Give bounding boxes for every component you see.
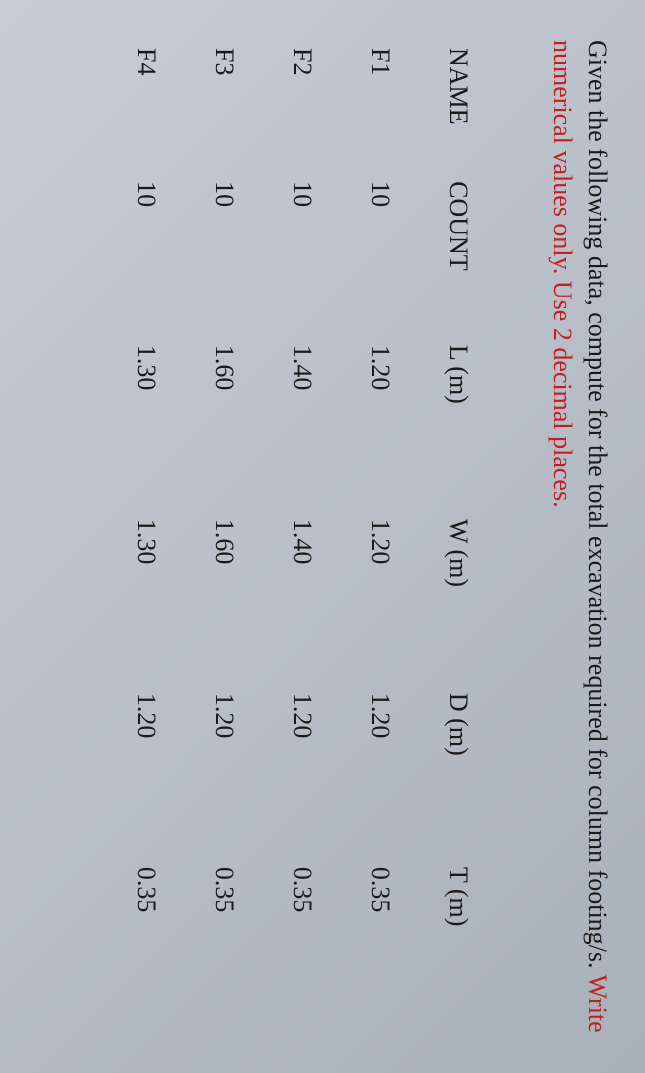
intro-text: Given the following data, compute for th… (583, 40, 612, 975)
cell-width: 1.30 (127, 511, 165, 685)
header-length: L (m) (439, 337, 477, 511)
table-row: F2 10 1.40 1.40 1.20 0.35 (283, 40, 321, 1033)
cell-width: 1.40 (283, 511, 321, 685)
cell-length: 1.30 (127, 337, 165, 511)
problem-statement: Given the following data, compute for th… (545, 40, 615, 1033)
cell-depth: 1.20 (127, 685, 165, 859)
cell-width: 1.60 (205, 511, 243, 685)
header-thickness: T (m) (439, 859, 477, 1033)
cell-depth: 1.20 (283, 685, 321, 859)
cell-name: F3 (205, 40, 243, 173)
table-header-row: NAME COUNT L (m) W (m) D (m) T (m) (439, 40, 477, 1033)
cell-count: 10 (283, 173, 321, 337)
cell-depth: 1.20 (361, 685, 399, 859)
cell-width: 1.20 (361, 511, 399, 685)
cell-thickness: 0.35 (283, 859, 321, 1033)
cell-count: 10 (205, 173, 243, 337)
cell-thickness: 0.35 (205, 859, 243, 1033)
table-row: F4 10 1.30 1.30 1.20 0.35 (127, 40, 165, 1033)
cell-length: 1.60 (205, 337, 243, 511)
cell-count: 10 (127, 173, 165, 337)
cell-name: F2 (283, 40, 321, 173)
cell-count: 10 (361, 173, 399, 337)
table-row: F1 10 1.20 1.20 1.20 0.35 (361, 40, 399, 1033)
footing-data-table: NAME COUNT L (m) W (m) D (m) T (m) F1 10… (87, 40, 517, 1033)
document-page: Given the following data, compute for th… (0, 0, 645, 1073)
header-depth: D (m) (439, 685, 477, 859)
cell-name: F4 (127, 40, 165, 173)
header-width: W (m) (439, 511, 477, 685)
cell-thickness: 0.35 (127, 859, 165, 1033)
cell-name: F1 (361, 40, 399, 173)
header-count: COUNT (439, 173, 477, 337)
cell-length: 1.40 (283, 337, 321, 511)
table-row: F3 10 1.60 1.60 1.20 0.35 (205, 40, 243, 1033)
cell-depth: 1.20 (205, 685, 243, 859)
header-name: NAME (439, 40, 477, 173)
cell-length: 1.20 (361, 337, 399, 511)
cell-thickness: 0.35 (361, 859, 399, 1033)
